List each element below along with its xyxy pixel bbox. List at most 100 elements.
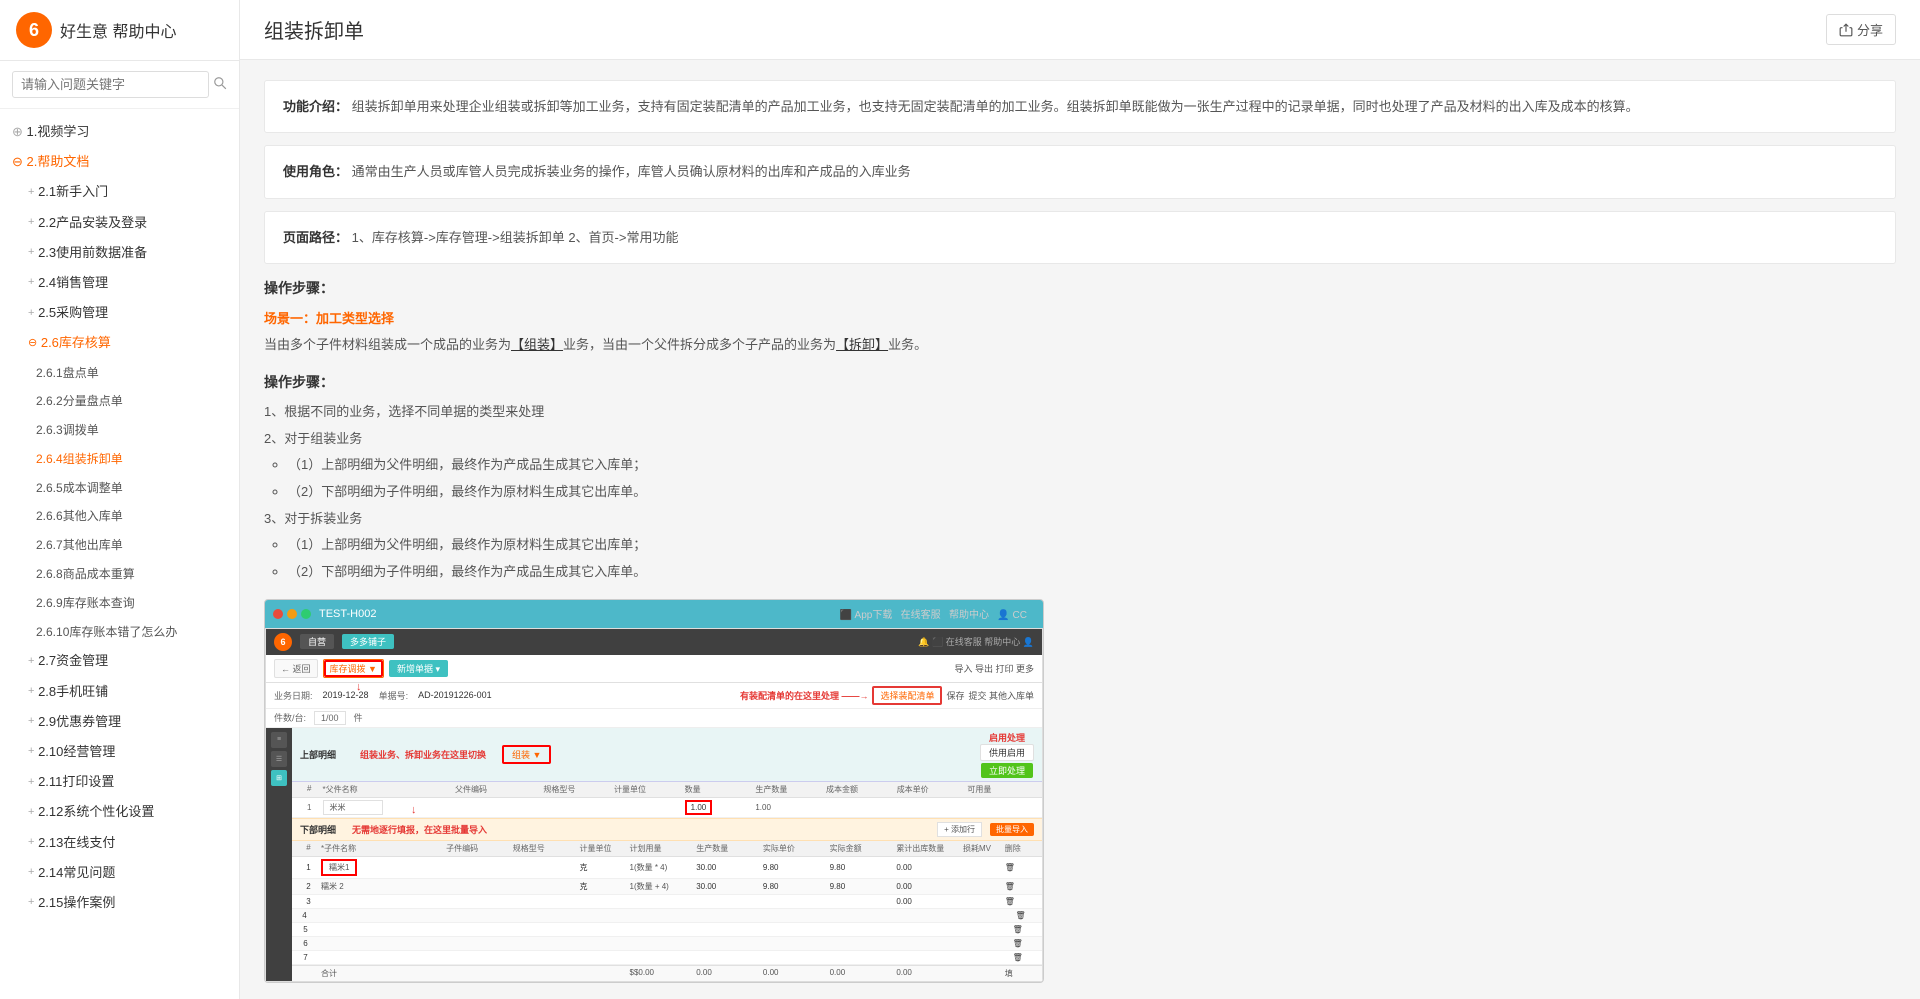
sidebar-item-2-6[interactable]: ⊖ 2.6库存核算 bbox=[0, 328, 239, 358]
step3-item: 3、对于拆装业务 bbox=[264, 507, 1896, 532]
qty-input[interactable]: 1.00 bbox=[685, 800, 713, 815]
left-nav-icon-1[interactable]: ≡ bbox=[271, 732, 287, 748]
count-val[interactable]: 1/00 bbox=[314, 711, 346, 725]
app-inner-logo: 6 bbox=[274, 633, 292, 651]
func-intro-block: 功能介绍： 组装拆卸单用来处理企业组装或拆卸等加工业务，支持有固定装配清单的产品… bbox=[264, 80, 1896, 133]
step2-sub1: （1）上部明细为父件明细，最终作为产成品生成其它入库单； bbox=[288, 453, 1896, 478]
mockup-title-text: TEST-H002 bbox=[319, 608, 376, 620]
step2-item: 2、对于组装业务 bbox=[264, 427, 1896, 452]
expand-icon-2-4: + bbox=[28, 275, 34, 290]
btn-add-row[interactable]: + 添加行 bbox=[937, 822, 982, 837]
nav-tree: ⊕ 1.视频学习 ⊖ 2.帮助文档 + 2.1新手入门 + 2.2产品安装及登录… bbox=[0, 109, 239, 999]
left-nav-icon-active[interactable]: ⊞ bbox=[271, 770, 287, 786]
lower-section-label: 下部明细 bbox=[300, 823, 336, 836]
sidebar-item-2-5[interactable]: + 2.5采购管理 bbox=[0, 298, 239, 328]
sidebar-item-2-7[interactable]: + 2.7资金管理 bbox=[0, 646, 239, 676]
path-block: 页面路径： 1、库存核算->库存管理->组装拆卸单 2、首页->常用功能 bbox=[264, 211, 1896, 264]
btn-import[interactable]: 批量导入 bbox=[990, 823, 1034, 836]
sidebar-item-1[interactable]: ⊕ 1.视频学习 bbox=[0, 117, 239, 147]
step1-item: 1、根据不同的业务，选择不同单据的类型来处理 bbox=[264, 400, 1896, 425]
annotation-type-switch: 组装业务、拆卸业务在这里切换 bbox=[360, 748, 486, 761]
content-area: 功能介绍： 组装拆卸单用来处理企业组装或拆卸等加工业务，支持有固定装配清单的产品… bbox=[240, 60, 1920, 999]
path-text: 1、库存核算->库存管理->组装拆卸单 2、首页->常用功能 bbox=[352, 230, 679, 245]
app-right-actions: 导入 导出 打印 更多 bbox=[954, 662, 1034, 675]
expand-icon-2-2: + bbox=[28, 215, 34, 230]
step3-sublist: （1）上部明细为父件明细，最终作为原材料生成其它出库单； （2）下部明细为子件明… bbox=[264, 533, 1896, 584]
btn-select-bom[interactable]: 选择装配清单 bbox=[872, 686, 942, 705]
num-label: 单据号: bbox=[379, 689, 409, 702]
screenshot-mockup: TEST-H002 ⬛ App下载 在线客服 帮助中心 👤 CC 6 自营 多多… bbox=[264, 599, 1044, 983]
search-input[interactable] bbox=[12, 71, 209, 98]
sidebar-item-2-6-2[interactable]: 2.6.2分量盘点单 bbox=[0, 387, 239, 416]
collapse-icon-2: ⊖ bbox=[12, 153, 23, 171]
sidebar-item-2-6-9[interactable]: 2.6.9库存账本查询 bbox=[0, 589, 239, 618]
btn-submit2[interactable]: 提交 其他入库单 bbox=[968, 689, 1034, 702]
app-logo: 6 bbox=[16, 12, 52, 48]
sidebar-item-2[interactable]: ⊖ 2.帮助文档 bbox=[0, 147, 239, 177]
enable-switch[interactable]: 供用启用 bbox=[980, 744, 1034, 761]
path-label: 页面路径： bbox=[283, 230, 348, 245]
expand-icon-2-5: + bbox=[28, 306, 34, 321]
ops-steps-title: 操作步骤： bbox=[264, 372, 1896, 392]
expand-icon-2-1: + bbox=[28, 185, 34, 200]
btn-new-add[interactable]: 新增单据 ▾ bbox=[389, 660, 448, 677]
apply-btn[interactable]: 立即处理 bbox=[981, 763, 1033, 778]
sidebar-item-2-6-7[interactable]: 2.6.7其他出库单 bbox=[0, 531, 239, 560]
sidebar: 6 好生意 帮助中心 ⊕ 1.视频学习 ⊖ 2.帮助文档 + 2.1新手入门 +… bbox=[0, 0, 240, 999]
mockup-titlebar: TEST-H002 ⬛ App下载 在线客服 帮助中心 👤 CC bbox=[265, 600, 1043, 628]
sidebar-item-2-14[interactable]: + 2.14常见问题 bbox=[0, 858, 239, 888]
sidebar-item-2-6-1[interactable]: 2.6.1盘点单 bbox=[0, 359, 239, 388]
sidebar-item-2-6-10[interactable]: 2.6.10库存账本错了怎么办 bbox=[0, 618, 239, 647]
left-nav-icon-2[interactable]: ☰ bbox=[271, 751, 287, 767]
expand-icon-1: ⊕ bbox=[12, 123, 23, 141]
scene1-desc: 当由多个子件材料组装成一个成品的业务为【组装】业务，当由一个父件拆分成多个子产品… bbox=[264, 333, 1896, 358]
app-screenshot: 6 自营 多多铺子 🔔 ⬛ 在线客服 帮助中心 👤 ← 返回 库存调拨 ▼ 新增… bbox=[265, 628, 1043, 982]
type-selector[interactable]: 库存调拨 ▼ bbox=[323, 659, 384, 678]
num-val: AD-20191226-001 bbox=[418, 690, 492, 700]
sidebar-item-2-13[interactable]: + 2.13在线支付 bbox=[0, 828, 239, 858]
sidebar-item-2-12[interactable]: + 2.12系统个性化设置 bbox=[0, 797, 239, 827]
count-unit: 件 bbox=[354, 711, 363, 724]
expand-icon-2-3: + bbox=[28, 245, 34, 260]
parent-name-input[interactable]: 米米 bbox=[323, 800, 383, 815]
sidebar-item-2-8[interactable]: + 2.8手机旺铺 bbox=[0, 677, 239, 707]
func-intro-text: 组装拆卸单用来处理企业组装或拆卸等加工业务，支持有固定装配清单的产品加工业务，也… bbox=[352, 99, 1639, 114]
sidebar-item-2-15[interactable]: + 2.15操作案例 bbox=[0, 888, 239, 918]
sidebar-item-2-6-5[interactable]: 2.6.5成本调整单 bbox=[0, 474, 239, 503]
upper-section-label: 上部明细 bbox=[300, 748, 336, 761]
annotation-batch-import: 无需地逐行填报，在这里批量导入 bbox=[352, 823, 487, 836]
type-switch-btn[interactable]: 组装 ▼ bbox=[502, 745, 551, 764]
sidebar-item-2-10[interactable]: + 2.10经营管理 bbox=[0, 737, 239, 767]
sidebar-item-2-6-4[interactable]: 2.6.4组装拆卸单 bbox=[0, 445, 239, 474]
step3-sub1: （1）上部明细为父件明细，最终作为原材料生成其它出库单； bbox=[288, 533, 1896, 558]
collapse-icon-2-6: ⊖ bbox=[28, 336, 37, 351]
sidebar-item-2-4[interactable]: + 2.4销售管理 bbox=[0, 268, 239, 298]
btn-save2[interactable]: 保存 bbox=[946, 689, 964, 702]
main-area: 组装拆卸单 分享 功能介绍： 组装拆卸单用来处理企业组装或拆卸等加工业务，支持有… bbox=[240, 0, 1920, 999]
sidebar-item-2-1[interactable]: + 2.1新手入门 bbox=[0, 177, 239, 207]
sidebar-item-2-2[interactable]: + 2.2产品安装及登录 bbox=[0, 208, 239, 238]
search-button[interactable] bbox=[213, 76, 227, 93]
child-name-input-1[interactable]: 糯米1 bbox=[321, 859, 357, 876]
btn-back[interactable]: ← 返回 bbox=[274, 659, 318, 678]
annotation-enable: 启用处理 bbox=[989, 731, 1025, 744]
step3-sub2: （2）下部明细为子件明细，最终作为产成品生成其它入库单。 bbox=[288, 560, 1896, 585]
scene1-heading: 场景一：加工类型选择 bbox=[264, 308, 1896, 327]
sidebar-item-2-3[interactable]: + 2.3使用前数据准备 bbox=[0, 238, 239, 268]
app-nav-home: 自营 bbox=[300, 634, 334, 649]
step2-sub2: （2）下部明细为子件明细，最终作为原材料生成其它出库单。 bbox=[288, 480, 1896, 505]
sidebar-header: 6 好生意 帮助中心 bbox=[0, 0, 239, 61]
role-block: 使用角色： 通常由生产人员或库管人员完成拆装业务的操作，库管人员确认原材料的出库… bbox=[264, 145, 1896, 198]
date-val: 2019-12-28 bbox=[323, 690, 369, 700]
search-box bbox=[0, 61, 239, 109]
sidebar-item-2-9[interactable]: + 2.9优惠券管理 bbox=[0, 707, 239, 737]
app-nav-active: 多多铺子 bbox=[342, 634, 394, 649]
share-button[interactable]: 分享 bbox=[1826, 14, 1896, 45]
sidebar-item-2-11[interactable]: + 2.11打印设置 bbox=[0, 767, 239, 797]
role-label: 使用角色： bbox=[283, 164, 348, 179]
ops-heading: 操作步骤： bbox=[264, 278, 1896, 298]
sidebar-item-2-6-8[interactable]: 2.6.8商品成本重算 bbox=[0, 560, 239, 589]
sidebar-item-2-6-6[interactable]: 2.6.6其他入库单 bbox=[0, 502, 239, 531]
step2-sublist: （1）上部明细为父件明细，最终作为产成品生成其它入库单； （2）下部明细为子件明… bbox=[264, 453, 1896, 504]
sidebar-item-2-6-3[interactable]: 2.6.3调拨单 bbox=[0, 416, 239, 445]
